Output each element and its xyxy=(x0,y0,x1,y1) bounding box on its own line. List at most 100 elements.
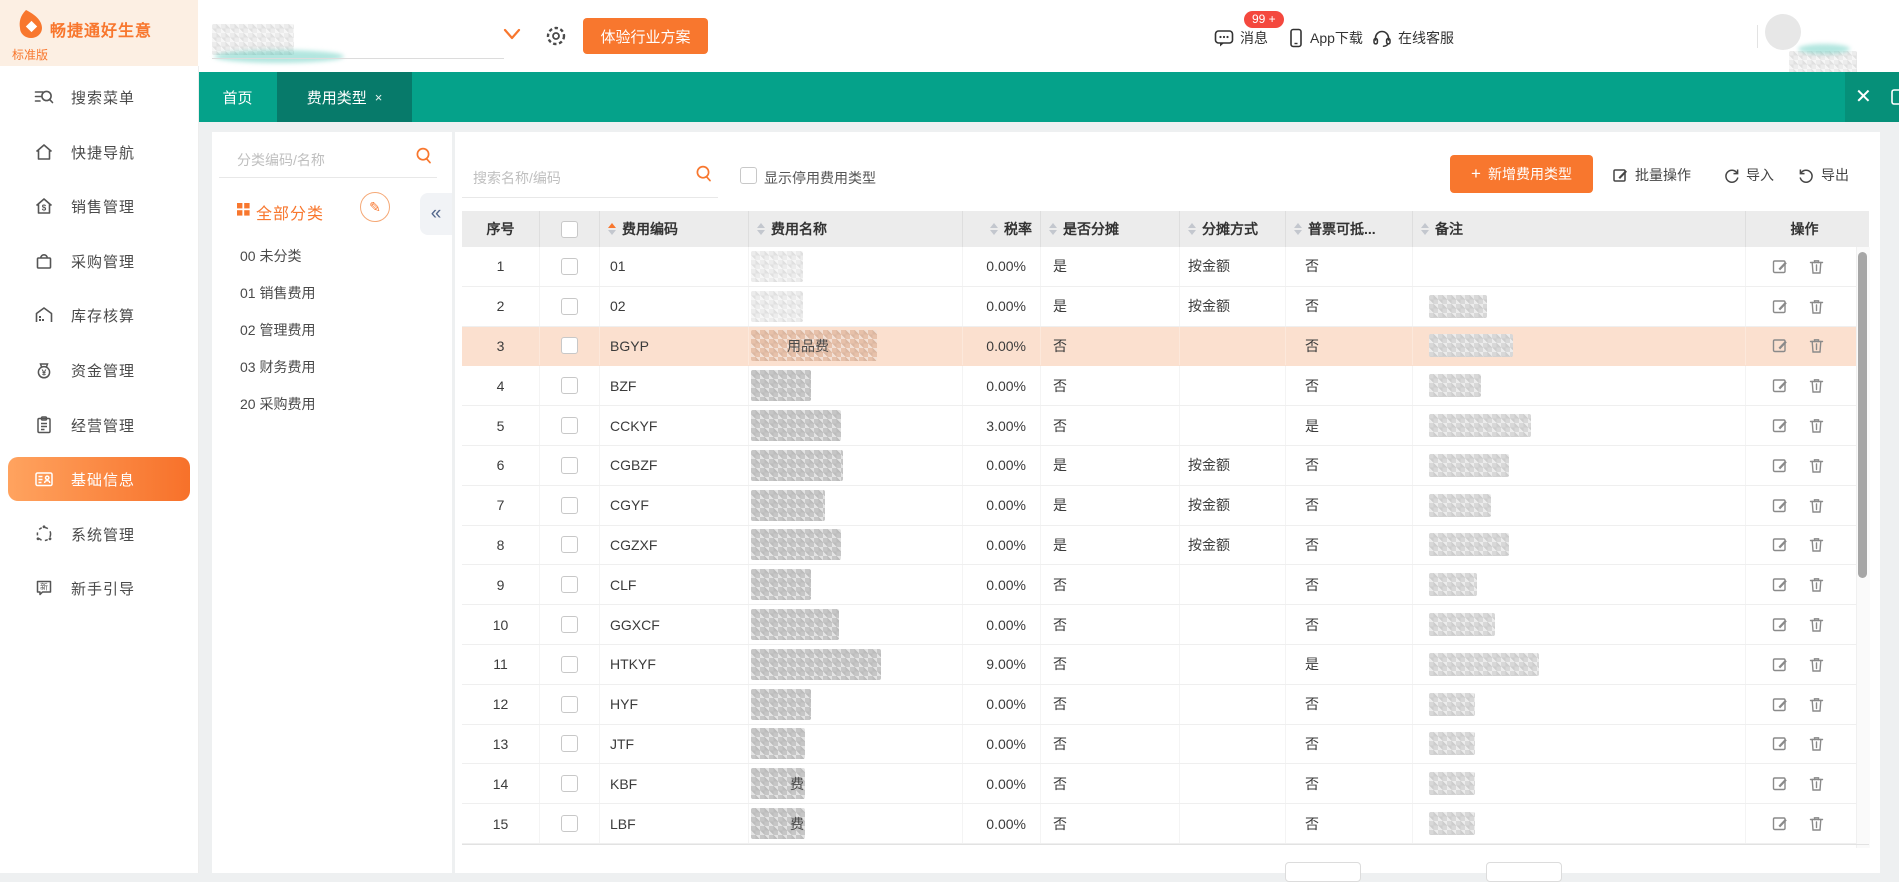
edit-categories-icon[interactable]: ✎ xyxy=(360,192,390,222)
category-item-5[interactable]: 20 采购费用 xyxy=(240,394,315,414)
gear-icon[interactable] xyxy=(544,24,568,48)
edit-icon[interactable] xyxy=(1772,337,1789,354)
column-header-费用名称[interactable]: 费用名称 xyxy=(749,211,963,247)
table-scrollbar-thumb[interactable] xyxy=(1858,252,1867,578)
row-checkbox[interactable] xyxy=(561,297,578,315)
table-row-2[interactable]: 2 02 0.00% 是按金额否 xyxy=(462,286,1856,327)
edit-icon[interactable] xyxy=(1772,377,1789,394)
edit-icon[interactable] xyxy=(1772,497,1789,514)
batch-actions-button[interactable]: 批量操作 xyxy=(1612,163,1691,187)
row-checkbox[interactable] xyxy=(561,456,578,474)
category-item-1[interactable]: 00 未分类 xyxy=(240,246,301,266)
table-row-6[interactable]: 6 CGBZF 0.00% 是按金额否 xyxy=(462,445,1856,486)
sort-icon[interactable] xyxy=(757,223,765,235)
online-service-button[interactable]: 在线客服 xyxy=(1372,28,1454,48)
edit-icon[interactable] xyxy=(1772,258,1789,275)
sidebar-item-6[interactable]: ¥ 资金管理 xyxy=(8,348,190,392)
row-checkbox[interactable] xyxy=(561,377,578,395)
table-row-4[interactable]: 4 BZF 0.00% 否否 xyxy=(462,366,1856,407)
delete-icon[interactable] xyxy=(1808,815,1825,832)
table-row-5[interactable]: 5 CCKYF 3.00% 否 是 xyxy=(462,406,1856,446)
table-row-14[interactable]: 14 KBF 费 0.00% 否否 xyxy=(462,764,1856,805)
sidebar-item-4[interactable]: 采购管理 xyxy=(8,239,190,283)
show-disabled-checkbox[interactable] xyxy=(740,167,757,184)
column-header-备注[interactable]: 备注 xyxy=(1413,211,1746,247)
category-search-input[interactable]: 分类编码/名称 xyxy=(237,150,325,170)
sort-icon[interactable] xyxy=(1049,223,1057,235)
category-item-4[interactable]: 03 财务费用 xyxy=(240,357,315,377)
delete-icon[interactable] xyxy=(1808,576,1825,593)
show-disabled-label[interactable]: 显示停用费用类型 xyxy=(764,168,876,188)
tab-list-icon[interactable] xyxy=(1891,89,1899,105)
select-all-checkbox[interactable] xyxy=(561,220,578,238)
row-checkbox[interactable] xyxy=(561,417,578,435)
table-row-7[interactable]: 7 CGYF 0.00% 是按金额否 xyxy=(462,485,1856,526)
sidebar-item-8[interactable]: 基础信息 xyxy=(8,457,190,501)
category-item-3[interactable]: 02 管理费用 xyxy=(240,320,315,340)
table-row-8[interactable]: 8 CGZXF 0.00% 是按金额否 xyxy=(462,525,1856,566)
table-row-12[interactable]: 12 HYF 0.00% 否否 xyxy=(462,684,1856,725)
tab-home[interactable]: 首页 xyxy=(198,72,277,122)
sidebar-item-1[interactable]: 搜索菜单 xyxy=(8,75,190,119)
row-checkbox[interactable] xyxy=(561,695,578,713)
sidebar-item-5[interactable]: 库存核算 xyxy=(8,293,190,337)
column-header-费用编码[interactable]: 费用编码 xyxy=(600,211,749,247)
row-checkbox[interactable] xyxy=(561,496,578,514)
pagination-button-prev[interactable] xyxy=(1285,862,1361,882)
sidebar-item-10[interactable]: 新 新手引导 xyxy=(8,566,190,610)
sidebar-item-7[interactable]: 经营管理 xyxy=(8,403,190,447)
app-download-button[interactable]: App下载 xyxy=(1288,28,1363,48)
export-button[interactable]: 导出 xyxy=(1798,163,1849,187)
delete-icon[interactable] xyxy=(1808,417,1825,434)
column-header-checkbox[interactable] xyxy=(540,211,600,247)
sort-icon[interactable] xyxy=(608,223,616,235)
fee-search-icon[interactable] xyxy=(694,164,714,184)
edit-icon[interactable] xyxy=(1772,815,1789,832)
row-checkbox[interactable] xyxy=(561,337,578,355)
tab-close-icon[interactable]: × xyxy=(375,90,383,105)
delete-icon[interactable] xyxy=(1808,775,1825,792)
table-row-11[interactable]: 11 HTKYF 9.00% 否 是 xyxy=(462,644,1856,685)
sidebar-item-2[interactable]: 快捷导航 xyxy=(8,130,190,174)
collapse-panel-button[interactable]: « xyxy=(420,193,452,235)
edit-icon[interactable] xyxy=(1772,536,1789,553)
table-row-13[interactable]: 13 JTF 0.00% 否否 xyxy=(462,724,1856,765)
import-button[interactable]: 导入 xyxy=(1723,163,1774,187)
delete-icon[interactable] xyxy=(1808,298,1825,315)
row-checkbox[interactable] xyxy=(561,576,578,594)
avatar[interactable] xyxy=(1765,14,1801,50)
sidebar-item-9[interactable]: 系统管理 xyxy=(8,512,190,556)
row-checkbox[interactable] xyxy=(561,735,578,753)
delete-icon[interactable] xyxy=(1808,337,1825,354)
edit-icon[interactable] xyxy=(1772,457,1789,474)
edit-icon[interactable] xyxy=(1772,775,1789,792)
try-industry-plan-button[interactable]: 体验行业方案 xyxy=(583,18,708,54)
messages-badge[interactable]: 99 + xyxy=(1244,11,1284,28)
category-item-2[interactable]: 01 销售费用 xyxy=(240,283,315,303)
sort-icon[interactable] xyxy=(1421,223,1429,235)
table-row-1[interactable]: 1 01 0.00% 是按金额否 xyxy=(462,247,1856,287)
delete-icon[interactable] xyxy=(1808,377,1825,394)
close-all-tabs-icon[interactable]: ✕ xyxy=(1855,87,1872,107)
row-checkbox[interactable] xyxy=(561,655,578,673)
delete-icon[interactable] xyxy=(1808,258,1825,275)
sidebar-item-3[interactable]: $ 销售管理 xyxy=(8,184,190,228)
messages-button[interactable]: 消息 xyxy=(1214,28,1268,48)
edit-icon[interactable] xyxy=(1772,616,1789,633)
row-checkbox[interactable] xyxy=(561,616,578,634)
edit-icon[interactable] xyxy=(1772,656,1789,673)
column-header-分摊方式[interactable]: 分摊方式 xyxy=(1180,211,1286,247)
sort-icon[interactable] xyxy=(990,223,998,235)
add-fee-type-button[interactable]: + 新增费用类型 xyxy=(1450,155,1593,193)
pagination-button-next[interactable] xyxy=(1486,862,1562,882)
table-row-3[interactable]: 3 BGYP 用品费 0.00% 否否 xyxy=(462,326,1856,367)
row-checkbox[interactable] xyxy=(561,815,578,833)
column-header-普票可抵...[interactable]: 普票可抵... xyxy=(1286,211,1413,247)
edit-icon[interactable] xyxy=(1772,298,1789,315)
row-checkbox[interactable] xyxy=(561,536,578,554)
table-row-10[interactable]: 10 GGXCF 0.00% 否否 xyxy=(462,605,1856,645)
category-search-icon[interactable] xyxy=(414,146,434,166)
fee-search-input[interactable]: 搜索名称/编码 xyxy=(473,168,561,188)
delete-icon[interactable] xyxy=(1808,696,1825,713)
edit-icon[interactable] xyxy=(1772,417,1789,434)
